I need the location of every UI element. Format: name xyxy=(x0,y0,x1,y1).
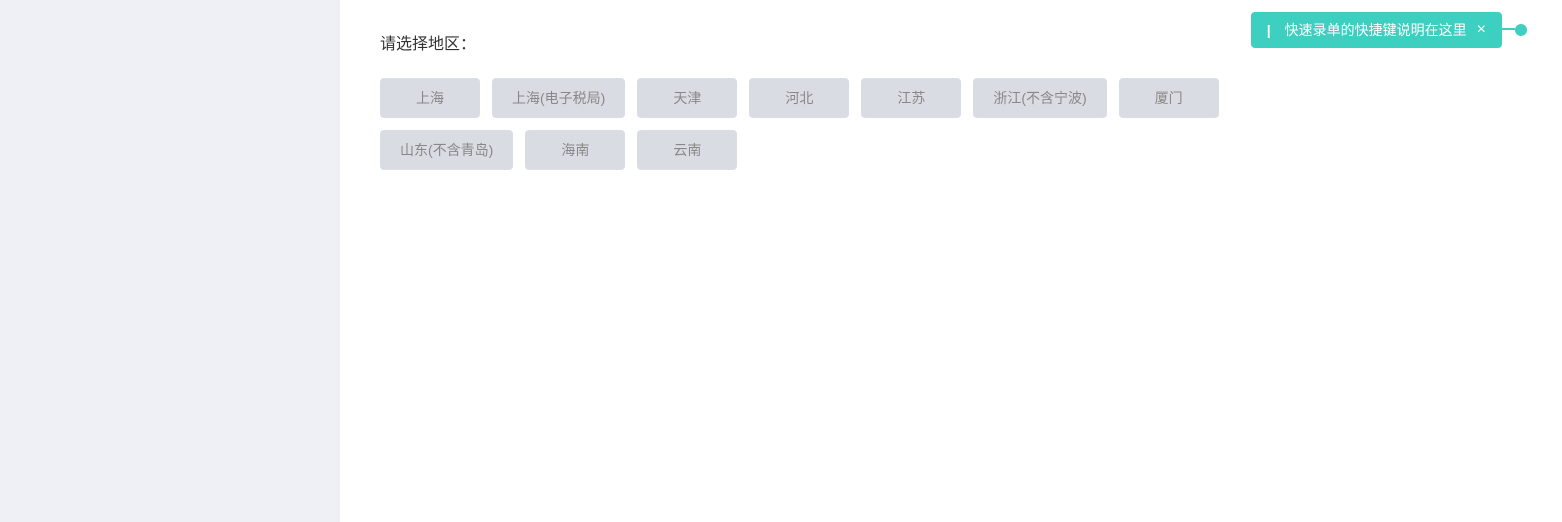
left-panel xyxy=(0,0,340,522)
region-button-jiangsu[interactable]: 江苏 xyxy=(861,78,961,118)
region-button-hebei[interactable]: 河北 xyxy=(749,78,849,118)
region-row-2: 山东(不含青岛) 海南云南 xyxy=(380,130,1522,170)
main-content: 请选择地区： 上海上海(电子税局)天津河北江苏浙江(不含宁波)厦门 山东(不含青… xyxy=(340,0,1562,522)
tooltip-close-button[interactable]: × xyxy=(1477,22,1486,38)
region-button-shanghai[interactable]: 上海 xyxy=(380,78,480,118)
region-button-zhejiang[interactable]: 浙江(不含宁波) xyxy=(973,78,1106,118)
region-button-shanghai-etax[interactable]: 上海(电子税局) xyxy=(492,78,625,118)
tooltip-connector-line xyxy=(1501,28,1515,30)
region-row-1: 上海上海(电子税局) 天津河北江苏浙江(不含宁波) 厦门 xyxy=(380,78,1522,118)
region-button-yunnan[interactable]: 云南 xyxy=(637,130,737,170)
region-button-shandong[interactable]: 山东(不含青岛) xyxy=(380,130,513,170)
region-button-xiamen[interactable]: 厦门 xyxy=(1119,78,1219,118)
tooltip-indicator-dot xyxy=(1515,24,1527,36)
region-button-hainan[interactable]: 海南 xyxy=(525,130,625,170)
tooltip-banner: 快速录单的快捷键说明在这里 × xyxy=(1251,12,1502,48)
tooltip-text: 快速录单的快捷键说明在这里 xyxy=(1285,20,1467,40)
region-button-tianjin[interactable]: 天津 xyxy=(637,78,737,118)
